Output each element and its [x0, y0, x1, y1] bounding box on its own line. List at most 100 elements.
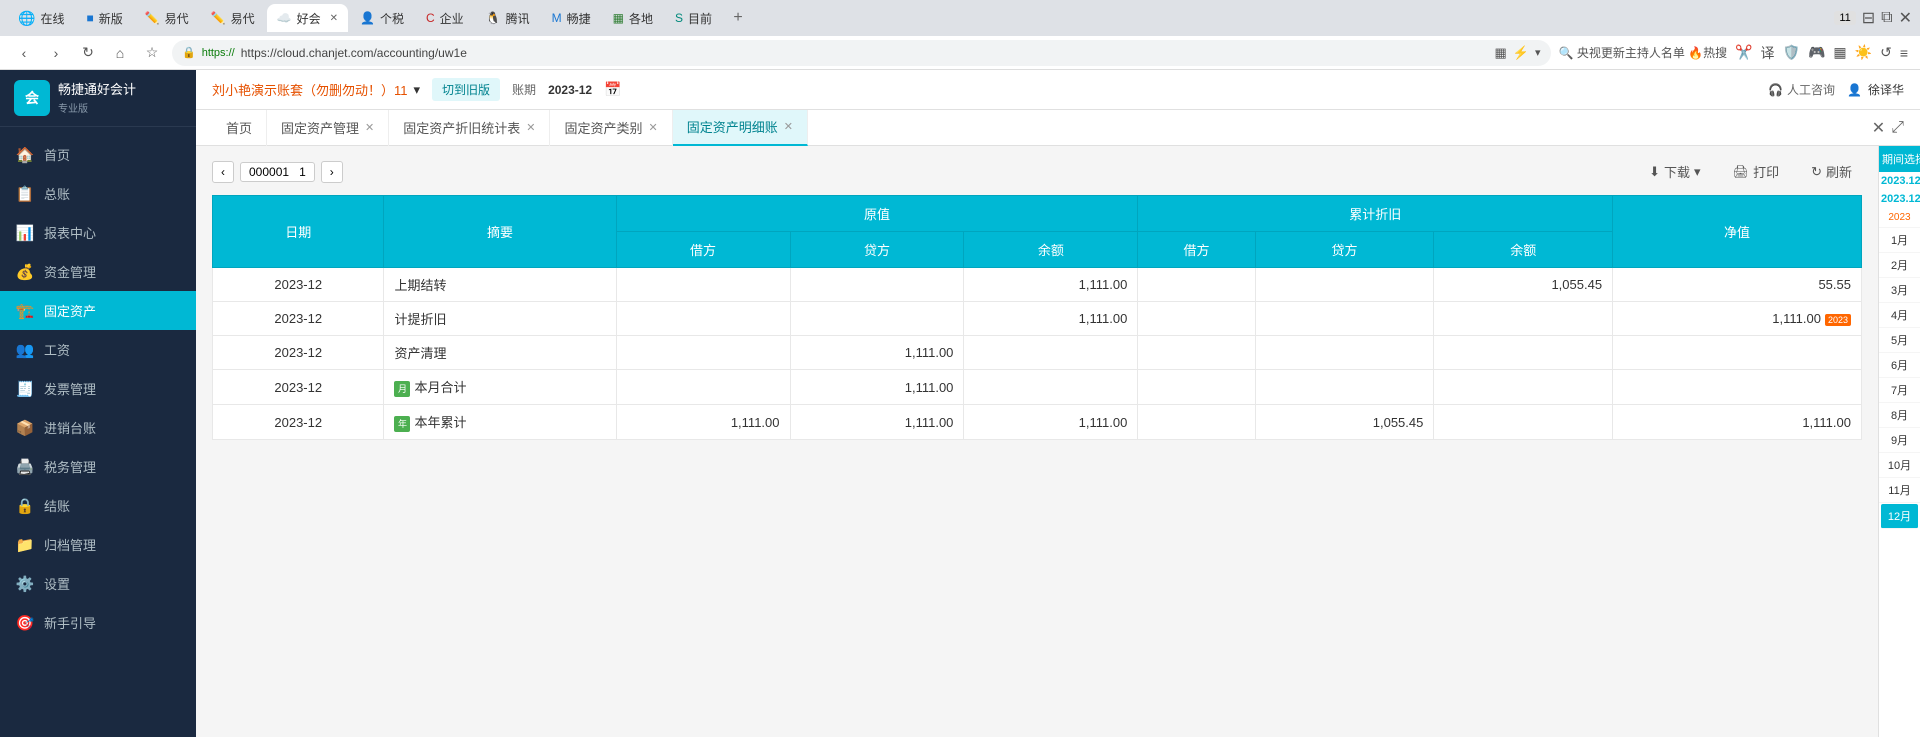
translate-icon[interactable]: 译	[1761, 43, 1775, 63]
browser-tab-online[interactable]: 🌐 在线	[8, 4, 74, 32]
period-month-4[interactable]: 4月	[1879, 303, 1920, 328]
panel-expand-btn[interactable]: ⤢	[1891, 119, 1904, 137]
period-month-9[interactable]: 9月	[1879, 428, 1920, 453]
tab-asset-category[interactable]: 固定资产类别 ✕	[550, 110, 672, 146]
refresh-ledger-btn[interactable]: ↻ 刷新	[1801, 158, 1862, 185]
period-date-2[interactable]: 2023.12	[1879, 190, 1920, 208]
company-selector[interactable]: 刘小艳演示账套（勿删勿动！）11 ▾	[212, 80, 420, 99]
sun-icon[interactable]: ☀️	[1855, 44, 1872, 61]
browser-tab-changjie[interactable]: M 畅捷	[542, 4, 601, 32]
cell-date: 2023-12	[213, 268, 384, 302]
sidebar-item-invoice[interactable]: 🧾 发票管理	[0, 369, 196, 408]
help-btn[interactable]: 🎧 人工咨询	[1768, 81, 1835, 98]
browser-tab-close-haokuai[interactable]: ✕	[330, 13, 338, 24]
lightning-icon[interactable]: ⚡	[1513, 45, 1529, 61]
period-date-1[interactable]: 2023.12	[1879, 172, 1920, 190]
stock-icon: 📦	[16, 419, 34, 437]
qr-icon[interactable]: ▦	[1495, 45, 1507, 61]
period-month-10[interactable]: 10月	[1879, 453, 1920, 478]
home-icon: 🏠	[16, 146, 34, 164]
browser-tab-qiye[interactable]: C 企业	[416, 4, 474, 32]
menu-icon[interactable]: ≡	[1900, 45, 1908, 61]
print-icon: 🖨	[1733, 164, 1750, 180]
browser-tab-yidai2[interactable]: ✏️ 易代	[201, 4, 265, 32]
grid-icon[interactable]: ▦	[1833, 44, 1846, 61]
next-page-btn[interactable]: ›	[321, 161, 343, 183]
browser-tab-mianqian[interactable]: S 目前	[665, 4, 722, 32]
sidebar-item-stock[interactable]: 📦 进销台账	[0, 408, 196, 447]
panel-close-btn[interactable]: ✕	[1872, 118, 1885, 138]
print-btn[interactable]: 🖨 打印	[1723, 158, 1790, 185]
sidebar-item-guide[interactable]: 🎯 新手引导	[0, 603, 196, 642]
sidebar-item-closing[interactable]: 🔒 结账	[0, 486, 196, 525]
back-btn[interactable]: ‹	[12, 41, 36, 65]
browser-minimize[interactable]: ⊟	[1862, 8, 1875, 28]
home-btn[interactable]: ⌂	[108, 41, 132, 65]
calendar-icon[interactable]: 📅	[604, 81, 621, 98]
browser-tab-gedi[interactable]: ▦ 各地	[603, 4, 663, 32]
download-icon: ⬇	[1649, 164, 1660, 180]
col-acc-debit: 借方	[1138, 232, 1255, 268]
download-btn[interactable]: ⬇ 下载 ▾	[1639, 158, 1710, 185]
browser-restore[interactable]: ⧉	[1881, 9, 1892, 27]
browser-tab-haokuai[interactable]: ☁️ 好会 ✕	[267, 4, 348, 32]
tab-home[interactable]: 首页	[212, 110, 267, 146]
shield-icon[interactable]: 🛡️	[1783, 44, 1800, 61]
tab-fixed-asset-mgmt[interactable]: 固定资产管理 ✕	[267, 110, 389, 146]
cell-acc-credit	[1255, 302, 1434, 336]
period-month-11[interactable]: 11月	[1879, 478, 1920, 503]
sidebar-item-general-ledger[interactable]: 📋 总账	[0, 174, 196, 213]
browser-new-tab-btn[interactable]: +	[724, 4, 752, 32]
tab-depreciation-stats[interactable]: 固定资产折旧统计表 ✕	[389, 110, 550, 146]
refresh-btn[interactable]: ↻	[76, 41, 100, 65]
browser-tab-tencent[interactable]: 🐧 腾讯	[476, 4, 540, 32]
cell-date: 2023-12	[213, 336, 384, 370]
prev-page-btn[interactable]: ‹	[212, 161, 234, 183]
period-month-1[interactable]: 1月	[1879, 228, 1920, 253]
address-bar[interactable]: 🔒 https:// https://cloud.chanjet.com/acc…	[172, 40, 1551, 66]
period-month-5[interactable]: 5月	[1879, 328, 1920, 353]
browser-tab-geshui[interactable]: 👤 个税	[350, 4, 414, 32]
download-dropdown[interactable]: ▾	[1694, 164, 1701, 180]
switch-version-btn[interactable]: 切到旧版	[432, 78, 500, 101]
period-month-3[interactable]: 3月	[1879, 278, 1920, 303]
period-month-6[interactable]: 6月	[1879, 353, 1920, 378]
tab-close-depreciation[interactable]: ✕	[526, 121, 535, 134]
content-wrapper: ‹ 000001 1 › ⬇ 下载 ▾	[196, 146, 1920, 737]
sidebar-item-payroll[interactable]: 👥 工资	[0, 330, 196, 369]
period-month-12[interactable]: 12月	[1881, 504, 1918, 529]
cell-date: 2023-12	[213, 370, 384, 405]
right-side-panel: 期间选择 2023.12 2023.12 2023 1月 2月 3月 4月 5月…	[1878, 146, 1920, 737]
sidebar-item-settings[interactable]: ⚙️ 设置	[0, 564, 196, 603]
game-icon[interactable]: 🎮	[1808, 44, 1825, 61]
user-info[interactable]: 👤 徐译华	[1847, 81, 1904, 98]
browser-tab-new[interactable]: ■ 新版	[76, 4, 132, 32]
browser-close[interactable]: ✕	[1899, 8, 1912, 28]
dropdown-icon[interactable]: ▾	[1535, 46, 1541, 59]
tab-close-ledger[interactable]: ✕	[784, 120, 793, 133]
forward-btn[interactable]: ›	[44, 41, 68, 65]
tab-asset-ledger[interactable]: 固定资产明细账 ✕	[673, 110, 808, 146]
sidebar-item-home[interactable]: 🏠 首页	[0, 135, 196, 174]
bookmark-btn[interactable]: ☆	[140, 41, 164, 65]
period-month-7[interactable]: 7月	[1879, 378, 1920, 403]
table-row: 2023-12 年本年累计 1,111.00 1,111.00 1,111.00…	[213, 405, 1862, 440]
browser-tab-yidai1[interactable]: ✏️ 易代	[135, 4, 199, 32]
payroll-icon: 👥	[16, 341, 34, 359]
top-bar: 刘小艳演示账套（勿删勿动！）11 ▾ 切到旧版 账期 2023-12 📅 🎧 人…	[196, 70, 1920, 110]
history-icon[interactable]: ↺	[1880, 44, 1892, 61]
sidebar-item-tax[interactable]: 🖨️ 税务管理	[0, 447, 196, 486]
sidebar-item-fixed-assets[interactable]: 🏗️ 固定资产	[0, 291, 196, 330]
tab-close-category[interactable]: ✕	[649, 121, 658, 134]
tab-close-fixed-asset-mgmt[interactable]: ✕	[365, 121, 374, 134]
period-month-2[interactable]: 2月	[1879, 253, 1920, 278]
cell-acc-balance	[1434, 370, 1613, 405]
period-year[interactable]: 2023	[1879, 208, 1920, 228]
https-label: https://	[202, 47, 235, 59]
period-month-8[interactable]: 8月	[1879, 403, 1920, 428]
sidebar-item-reports[interactable]: 📊 报表中心	[0, 213, 196, 252]
cell-summary: 计提折旧	[384, 302, 616, 336]
sidebar-item-funds[interactable]: 💰 资金管理	[0, 252, 196, 291]
scissors-icon[interactable]: ✂️	[1735, 44, 1752, 61]
sidebar-item-archive[interactable]: 📁 归档管理	[0, 525, 196, 564]
